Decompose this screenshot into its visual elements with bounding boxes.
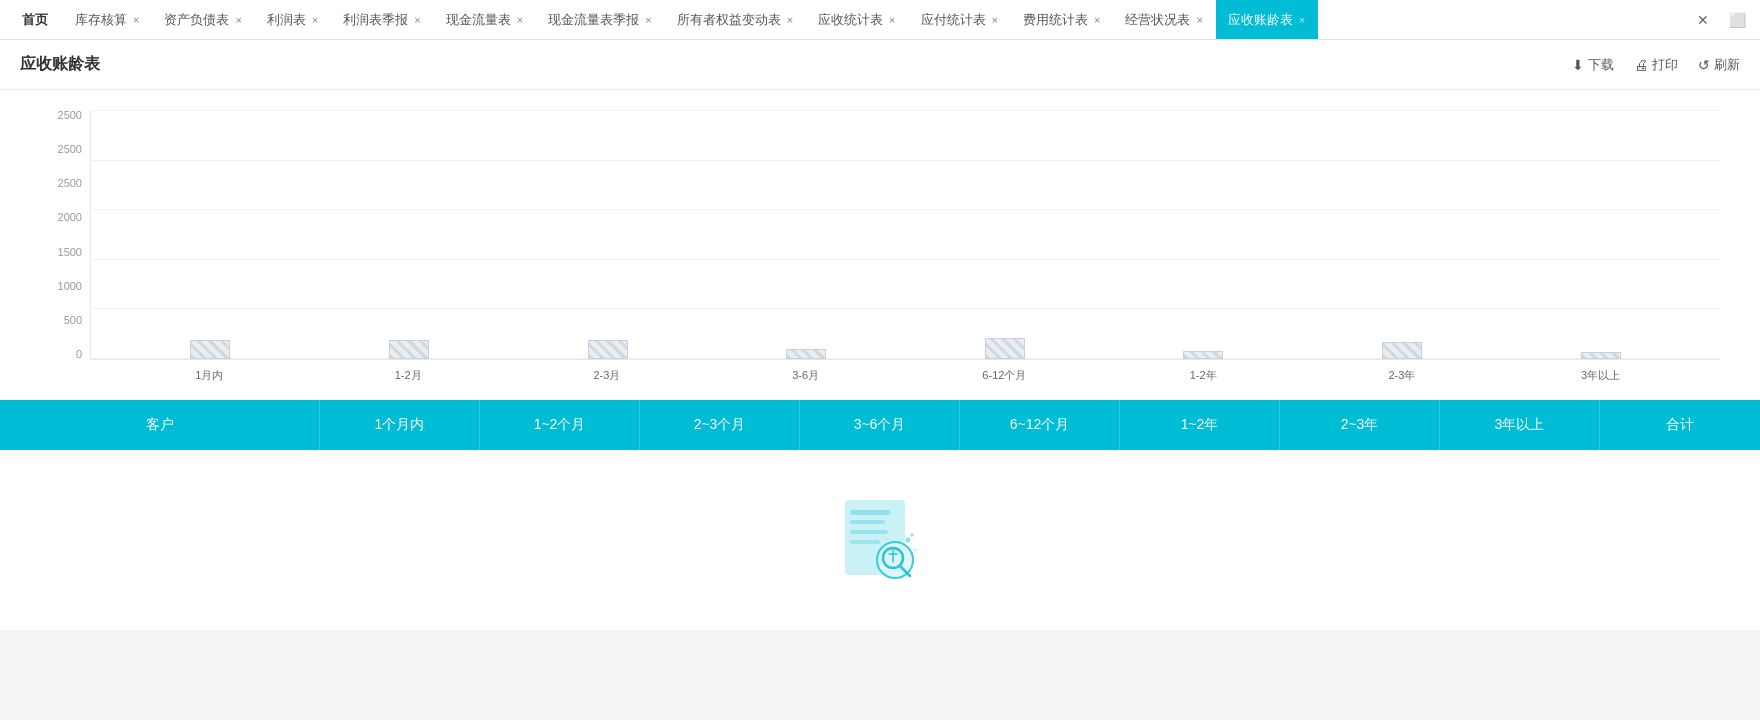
chart-container: 2500 2500 2500 2000 1500 1000 500 0 [40, 110, 1720, 390]
chart-x-labels: 1月内1-2月2-3月3-6月6-12个月1-2年2-3年3年以上 [90, 360, 1720, 390]
download-icon: ⬇ [1572, 57, 1584, 73]
table-header-4: 3~6个月 [800, 400, 960, 450]
tab-cashflow[interactable]: 现金流量表 × [434, 0, 536, 40]
close-tab-expense-stat[interactable]: × [1094, 14, 1100, 26]
bar-group-5 [1104, 351, 1303, 359]
x-label-4: 6-12个月 [905, 368, 1104, 383]
tab-expense-stat[interactable]: 费用统计表 × [1011, 0, 1113, 40]
table-header-0: 客户 [0, 400, 320, 450]
empty-icon [830, 490, 930, 590]
bar-group-3 [707, 349, 906, 359]
refresh-button[interactable]: ↺ 刷新 [1698, 56, 1740, 74]
bar-1[interactable] [389, 340, 429, 359]
bar-3[interactable] [786, 349, 826, 359]
bar-group-6 [1303, 342, 1502, 359]
tab-payable-stat[interactable]: 应付统计表 × [909, 0, 1011, 40]
close-tab-profit-quarterly[interactable]: × [414, 14, 420, 26]
close-tab-business-status[interactable]: × [1196, 14, 1202, 26]
y-label-500: 500 [64, 315, 82, 326]
tab-profit[interactable]: 利润表 × [255, 0, 331, 40]
y-label-1500: 1500 [58, 247, 82, 258]
bar-group-7 [1501, 352, 1700, 359]
close-tab-profit[interactable]: × [312, 14, 318, 26]
bar-7[interactable] [1581, 352, 1621, 359]
table-header: 客户1个月内1~2个月2~3个月3~6个月6~12个月1~2年2~3年3年以上合… [0, 400, 1760, 450]
chart-area: 2500 2500 2500 2000 1500 1000 500 0 [0, 90, 1760, 400]
chart-y-axis: 2500 2500 2500 2000 1500 1000 500 0 [40, 110, 90, 360]
download-button[interactable]: ⬇ 下载 [1572, 56, 1614, 74]
maximize-window-button[interactable]: ⬜ [1723, 8, 1752, 32]
tab-business-status[interactable]: 经营状况表 × [1113, 0, 1215, 40]
y-label-0: 0 [76, 349, 82, 360]
chart-bars [91, 110, 1720, 359]
print-button[interactable]: 🖨 打印 [1634, 56, 1678, 74]
close-tab-receivable-stat[interactable]: × [889, 14, 895, 26]
table-header-5: 6~12个月 [960, 400, 1120, 450]
tab-ar-aging[interactable]: 应收账龄表 × [1216, 0, 1318, 40]
x-label-2: 2-3月 [508, 368, 707, 383]
close-tab-cashflow[interactable]: × [517, 14, 523, 26]
y-label-2500c: 2500 [58, 178, 82, 189]
header-actions: ⬇ 下载 🖨 打印 ↺ 刷新 [1572, 56, 1740, 74]
bar-group-0 [111, 340, 310, 359]
close-tab-balance[interactable]: × [235, 14, 241, 26]
y-label-1000: 1000 [58, 281, 82, 292]
tab-balance[interactable]: 资产负债表 × [152, 0, 254, 40]
tab-profit-quarterly[interactable]: 利润表季报 × [331, 0, 433, 40]
close-tab-ar-aging[interactable]: × [1299, 14, 1305, 26]
svg-rect-4 [850, 540, 880, 544]
empty-document-svg [830, 490, 930, 600]
svg-rect-3 [850, 530, 888, 534]
svg-point-12 [911, 534, 914, 537]
x-label-6: 2-3年 [1303, 368, 1502, 383]
tab-bar: 首页 库存核算 × 资产负债表 × 利润表 × 利润表季报 × 现金流量表 × … [0, 0, 1760, 40]
x-label-7: 3年以上 [1501, 368, 1700, 383]
table-header-9: 合计 [1600, 400, 1760, 450]
page-title: 应收账龄表 [20, 54, 100, 75]
tab-cashflow-quarterly[interactable]: 现金流量表季报 × [536, 0, 664, 40]
bar-2[interactable] [588, 340, 628, 359]
svg-point-11 [914, 549, 917, 552]
close-window-button[interactable]: ✕ [1691, 8, 1715, 32]
chart-plot [90, 110, 1720, 360]
table-header-7: 2~3年 [1280, 400, 1440, 450]
print-icon: 🖨 [1634, 57, 1648, 73]
y-label-2000: 2000 [58, 212, 82, 223]
window-actions: ✕ ⬜ [1691, 8, 1752, 32]
page-header: 应收账龄表 ⬇ 下载 🖨 打印 ↺ 刷新 [0, 40, 1760, 90]
tab-equity[interactable]: 所有者权益变动表 × [665, 0, 806, 40]
empty-state [0, 450, 1760, 630]
main-content: 2500 2500 2500 2000 1500 1000 500 0 [0, 90, 1760, 630]
tab-inventory[interactable]: 库存核算 × [63, 0, 152, 40]
bar-0[interactable] [190, 340, 230, 359]
svg-rect-2 [850, 520, 885, 524]
bar-4[interactable] [985, 338, 1025, 359]
close-tab-payable-stat[interactable]: × [992, 14, 998, 26]
y-label-2500b: 2500 [58, 144, 82, 155]
x-label-1: 1-2月 [309, 368, 508, 383]
tab-receivable-stat[interactable]: 应收统计表 × [806, 0, 908, 40]
y-label-2500a: 2500 [58, 110, 82, 121]
table-header-3: 2~3个月 [640, 400, 800, 450]
table-header-8: 3年以上 [1440, 400, 1600, 450]
bar-5[interactable] [1183, 351, 1223, 359]
table-header-2: 1~2个月 [480, 400, 640, 450]
close-tab-cashflow-quarterly[interactable]: × [645, 14, 651, 26]
close-tab-inventory[interactable]: × [133, 14, 139, 26]
close-tab-equity[interactable]: × [787, 14, 793, 26]
table-header-6: 1~2年 [1120, 400, 1280, 450]
x-label-0: 1月内 [110, 368, 309, 383]
table-header-1: 1个月内 [320, 400, 480, 450]
tab-home[interactable]: 首页 [8, 0, 63, 40]
svg-rect-1 [850, 510, 890, 515]
x-label-5: 1-2年 [1104, 368, 1303, 383]
svg-point-10 [906, 538, 911, 543]
bar-6[interactable] [1382, 342, 1422, 359]
bar-group-1 [310, 340, 509, 359]
bar-group-2 [508, 340, 707, 359]
x-label-3: 3-6月 [706, 368, 905, 383]
bar-group-4 [906, 338, 1105, 359]
refresh-icon: ↺ [1698, 57, 1710, 73]
